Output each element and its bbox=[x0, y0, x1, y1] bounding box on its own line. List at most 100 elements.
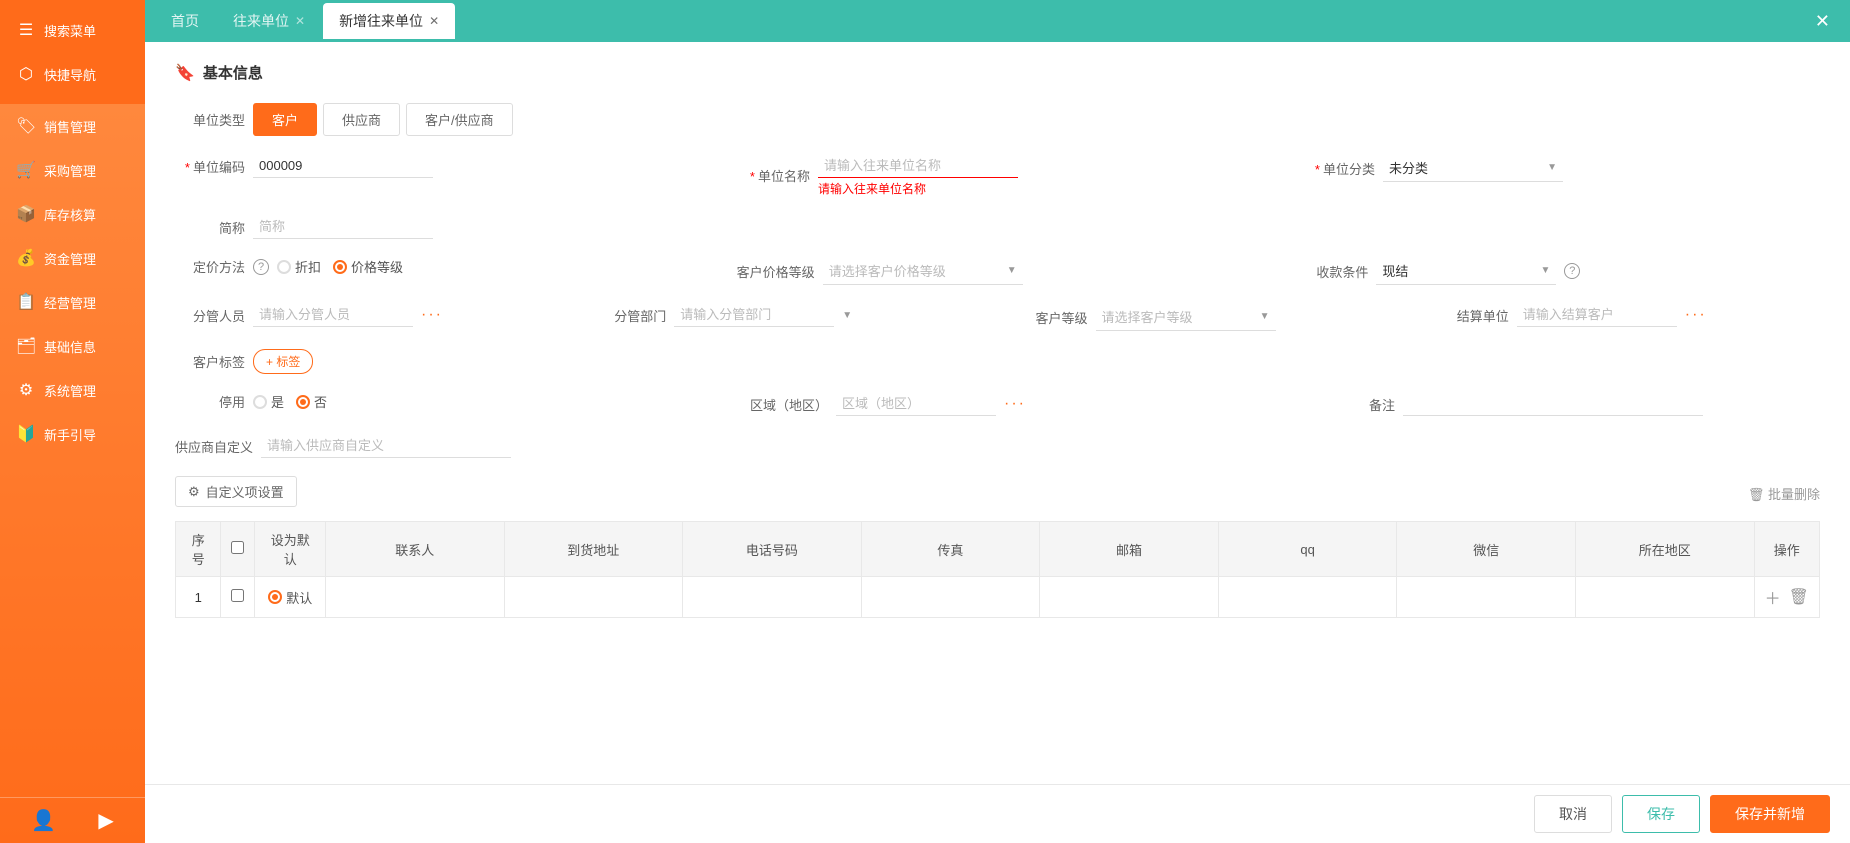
add-row-button[interactable]: ＋ bbox=[1765, 585, 1781, 609]
tab-units[interactable]: 往来单位 ✕ bbox=[217, 3, 321, 39]
sidebar-item-biz[interactable]: 📋 经营管理 bbox=[0, 280, 145, 324]
sidebar-item-basic[interactable]: 🗂 基础信息 bbox=[0, 324, 145, 368]
disable-no[interactable]: 否 bbox=[296, 392, 327, 411]
dept-input[interactable] bbox=[674, 303, 834, 327]
sales-icon: 🏷 bbox=[16, 116, 36, 136]
customer-level-chevron-icon: ▼ bbox=[1260, 311, 1270, 322]
pricing-level[interactable]: 价格等级 bbox=[333, 257, 403, 276]
row-address[interactable] bbox=[504, 577, 683, 618]
row-contact[interactable] bbox=[325, 577, 504, 618]
table-header: 序号 设为默认 联系人 到货地址 电话号码 传真 邮箱 qq 微信 所在地区 操… bbox=[176, 522, 1820, 577]
col-checkbox[interactable] bbox=[221, 522, 255, 577]
supplier-custom-input[interactable] bbox=[261, 434, 511, 458]
code-group: 单位编码 bbox=[175, 154, 690, 178]
pricing-discount[interactable]: 折扣 bbox=[277, 257, 321, 276]
row-region[interactable] bbox=[1576, 577, 1755, 618]
add-tag-button[interactable]: + 标签 bbox=[253, 349, 313, 374]
pricing-help-icon[interactable]: ? bbox=[253, 259, 269, 275]
email-input[interactable] bbox=[1050, 590, 1208, 605]
area-more-icon[interactable]: ··· bbox=[1004, 395, 1026, 413]
sidebar-item-finance[interactable]: 💰 资金管理 bbox=[0, 236, 145, 280]
tab-home[interactable]: 首页 bbox=[155, 3, 215, 39]
tab-units-close[interactable]: ✕ bbox=[295, 14, 305, 28]
row-checkbox[interactable] bbox=[221, 577, 255, 618]
settle-more-icon[interactable]: ··· bbox=[1685, 306, 1707, 324]
section-title: 基本信息 bbox=[203, 62, 263, 83]
unit-type-customer[interactable]: 客户 bbox=[253, 103, 317, 136]
row-default[interactable]: 默认 bbox=[255, 577, 326, 618]
sidebar-item-inventory[interactable]: 📦 库存核算 bbox=[0, 192, 145, 236]
pricing-label: 定价方法 bbox=[175, 257, 245, 276]
fax-input[interactable] bbox=[872, 590, 1030, 605]
name-group: 单位名称 请输入往来单位名称 bbox=[740, 154, 1255, 197]
dept-group: 分管部门 ▼ bbox=[596, 303, 977, 327]
settle-unit-input[interactable] bbox=[1517, 303, 1677, 327]
row-qq[interactable] bbox=[1218, 577, 1397, 618]
region-input[interactable] bbox=[1586, 590, 1744, 605]
category-group: 单位分类 未分类 ▼ bbox=[1305, 154, 1820, 182]
col-qq: qq bbox=[1218, 522, 1397, 577]
sidebar-user-icon[interactable]: 👤 bbox=[31, 808, 56, 833]
address-input[interactable] bbox=[515, 590, 673, 605]
row-wechat[interactable] bbox=[1397, 577, 1576, 618]
sidebar-expand-icon[interactable]: ▶ bbox=[98, 808, 113, 833]
unit-type-supplier[interactable]: 供应商 bbox=[323, 103, 400, 136]
cancel-button[interactable]: 取消 bbox=[1534, 795, 1612, 833]
sidebar-item-sys[interactable]: ⚙ 系统管理 bbox=[0, 368, 145, 412]
unit-type-label: 单位类型 bbox=[175, 110, 245, 129]
sidebar-item-purchase[interactable]: 🛒 采购管理 bbox=[0, 148, 145, 192]
tab-new-unit[interactable]: 新增往来单位 ✕ bbox=[323, 3, 455, 39]
customer-price-label: 客户价格等级 bbox=[737, 262, 815, 281]
window-close-button[interactable]: ✕ bbox=[1805, 11, 1840, 32]
unit-type-both[interactable]: 客户/供应商 bbox=[406, 103, 513, 136]
row-phone[interactable] bbox=[683, 577, 862, 618]
row-select-checkbox[interactable] bbox=[231, 589, 244, 602]
remark-label: 备注 bbox=[1325, 395, 1395, 414]
qq-input[interactable] bbox=[1229, 590, 1387, 605]
customer-price-select[interactable]: 请选择客户价格等级 ▼ bbox=[823, 257, 1023, 285]
manager-input[interactable] bbox=[253, 303, 413, 327]
select-all-checkbox[interactable] bbox=[231, 541, 244, 554]
delete-row-button[interactable]: 🗑 bbox=[1789, 587, 1809, 607]
code-input[interactable] bbox=[253, 154, 433, 178]
level-radio-dot bbox=[333, 260, 347, 274]
row-action-buttons: ＋ 🗑 bbox=[1765, 585, 1809, 609]
disable-yes-dot bbox=[253, 395, 267, 409]
inventory-icon: 📦 bbox=[16, 204, 36, 224]
code-name-category-row: 单位编码 单位名称 请输入往来单位名称 单位分类 未分类 ▼ bbox=[175, 154, 1820, 197]
area-group: 区域（地区） ··· bbox=[750, 392, 1245, 416]
phone-input[interactable] bbox=[693, 590, 851, 605]
name-input-group: 请输入往来单位名称 bbox=[818, 154, 1018, 197]
wechat-input[interactable] bbox=[1407, 590, 1565, 605]
area-input[interactable] bbox=[836, 392, 996, 416]
row-email[interactable] bbox=[1040, 577, 1219, 618]
category-select[interactable]: 未分类 ▼ bbox=[1383, 154, 1563, 182]
settings-gear-icon: ⚙ bbox=[188, 484, 200, 500]
payment-select[interactable]: 现结 ▼ bbox=[1376, 257, 1556, 285]
tab-new-unit-close[interactable]: ✕ bbox=[429, 14, 439, 28]
payment-help-icon[interactable]: ? bbox=[1564, 263, 1580, 279]
col-action: 操作 bbox=[1754, 522, 1819, 577]
customer-level-select[interactable]: 请选择客户等级 ▼ bbox=[1096, 303, 1276, 331]
save-button[interactable]: 保存 bbox=[1622, 795, 1700, 833]
remark-input[interactable] bbox=[1403, 392, 1703, 416]
batch-delete-button[interactable]: 🗑 批量删除 bbox=[1748, 484, 1820, 503]
supplier-custom-row: 供应商自定义 bbox=[175, 434, 1820, 458]
alias-input[interactable] bbox=[253, 215, 433, 239]
sidebar-item-search[interactable]: ☰ 搜索菜单 bbox=[0, 8, 145, 52]
name-input[interactable] bbox=[818, 154, 1018, 178]
save-add-button[interactable]: 保存并新增 bbox=[1710, 795, 1830, 833]
pricing-group: 定价方法 ? 折扣 价格等级 bbox=[175, 257, 697, 276]
code-label: 单位编码 bbox=[175, 157, 245, 176]
custom-settings-button[interactable]: ⚙ 自定义项设置 bbox=[175, 476, 297, 507]
disable-yes[interactable]: 是 bbox=[253, 392, 284, 411]
manager-more-icon[interactable]: ··· bbox=[421, 306, 443, 324]
sidebar-item-guide[interactable]: 🔰 新手引导 bbox=[0, 412, 145, 456]
sidebar-item-sales[interactable]: 🏷 销售管理 bbox=[0, 104, 145, 148]
sidebar-item-quicknav[interactable]: ⬡ 快捷导航 bbox=[0, 52, 145, 96]
contact-input[interactable] bbox=[336, 590, 494, 605]
col-email: 邮箱 bbox=[1040, 522, 1219, 577]
guide-icon: 🔰 bbox=[16, 424, 36, 444]
row-fax[interactable] bbox=[861, 577, 1040, 618]
unit-type-group: 单位类型 客户 供应商 客户/供应商 bbox=[175, 103, 1820, 136]
